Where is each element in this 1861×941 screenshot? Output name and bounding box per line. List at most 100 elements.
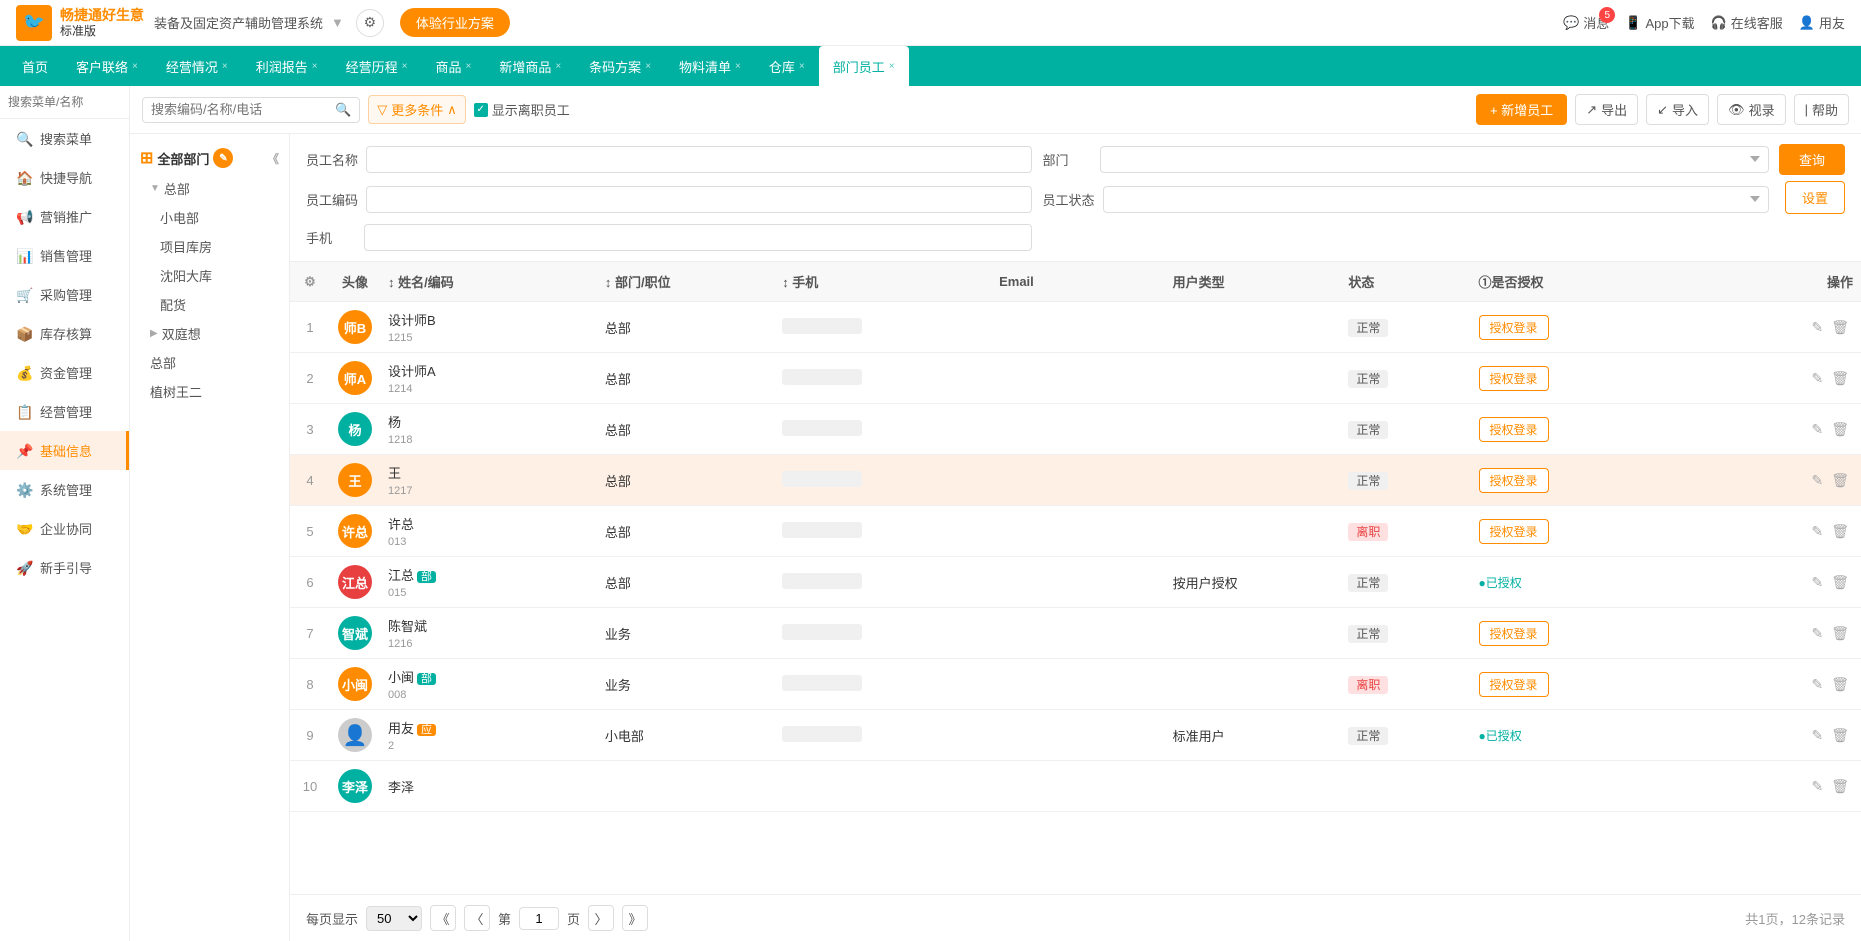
th-phone[interactable]: ↕ 手机 — [774, 262, 991, 302]
th-name[interactable]: ↕ 姓名/编码 — [380, 262, 597, 302]
trial-button[interactable]: 体验行业方案 — [400, 8, 510, 37]
close-icon[interactable]: × — [312, 61, 318, 72]
auth-login-button[interactable]: 授权登录 — [1479, 366, 1549, 391]
edit-button[interactable]: ✎ — [1807, 725, 1827, 746]
add-employee-button[interactable]: + 新增员工 — [1476, 94, 1567, 125]
auth-login-button[interactable]: 授权登录 — [1479, 519, 1549, 544]
close-icon[interactable]: × — [645, 61, 651, 72]
view-button[interactable]: 👁 视录 — [1717, 94, 1786, 125]
sidebar-item-basicinfo[interactable]: 📌 基础信息 — [0, 431, 129, 470]
tab-warehouse[interactable]: 仓库× — [755, 46, 819, 86]
help-button[interactable]: | 帮助 — [1794, 94, 1849, 125]
app-download-button[interactable]: 📱 App下载 — [1625, 13, 1694, 32]
filter-more-button[interactable]: ▽ 更多条件 ∧ — [368, 95, 466, 124]
page-number-input[interactable] — [519, 907, 559, 930]
cell-auth[interactable] — [1471, 761, 1688, 812]
close-icon[interactable]: × — [799, 61, 805, 72]
sidebar-search-input[interactable] — [8, 95, 130, 109]
edit-button[interactable]: ✎ — [1807, 572, 1827, 593]
delete-button[interactable]: 🗑 — [1827, 419, 1853, 440]
tab-customer[interactable]: 客户联络× — [62, 46, 152, 86]
auth-login-button[interactable]: 授权登录 — [1479, 315, 1549, 340]
edit-button[interactable]: ✎ — [1807, 623, 1827, 644]
sidebar-item-search[interactable]: 🔍 搜索菜单 — [0, 119, 129, 158]
first-page-button[interactable]: 《 — [430, 905, 456, 931]
delete-button[interactable]: 🗑 — [1827, 368, 1853, 389]
sidebar-search-area[interactable]: 🔍 — [0, 86, 129, 119]
cell-auth[interactable]: 授权登录 — [1471, 506, 1688, 557]
cell-auth[interactable]: 授权登录 — [1471, 659, 1688, 710]
delete-button[interactable]: 🗑 — [1827, 776, 1853, 797]
cell-auth[interactable]: 授权登录 — [1471, 608, 1688, 659]
dept-edit-icon[interactable]: ✎ — [213, 148, 233, 168]
tab-new-goods[interactable]: 新增商品× — [485, 46, 575, 86]
edit-button[interactable]: ✎ — [1807, 776, 1827, 797]
dept-tree-item-zhishu[interactable]: 植树王二 — [130, 377, 289, 406]
close-icon[interactable]: × — [222, 61, 228, 72]
tab-operation[interactable]: 经营情况× — [152, 46, 242, 86]
auth-login-button[interactable]: 授权登录 — [1479, 672, 1549, 697]
show-resigned-toggle[interactable]: ✓ 显示离职员工 — [474, 100, 570, 119]
dept-tree-item-shenyang[interactable]: 沈阳大库 — [130, 261, 289, 290]
edit-button[interactable]: ✎ — [1807, 368, 1827, 389]
close-icon[interactable]: × — [555, 61, 561, 72]
dept-select[interactable] — [1100, 146, 1769, 173]
tab-history[interactable]: 经营历程× — [332, 46, 422, 86]
tab-employees[interactable]: 部门员工× — [819, 46, 909, 86]
dept-tree-item-zongbu[interactable]: 总部 — [130, 348, 289, 377]
close-icon[interactable]: × — [465, 61, 471, 72]
last-page-button[interactable]: 》 — [622, 905, 648, 931]
close-icon[interactable]: × — [889, 61, 895, 72]
dept-collapse-button[interactable]: 《 — [267, 150, 279, 167]
sidebar-item-inventory[interactable]: 📦 库存核算 — [0, 314, 129, 353]
tab-barcode[interactable]: 条码方案× — [575, 46, 665, 86]
edit-button[interactable]: ✎ — [1807, 317, 1827, 338]
phone-input[interactable] — [364, 224, 1032, 251]
sidebar-item-bizmanage[interactable]: 📋 经营管理 — [0, 392, 129, 431]
dept-tree-item-shuangtingxiang[interactable]: ▶ 双庭想 — [130, 319, 289, 348]
close-icon[interactable]: × — [735, 61, 741, 72]
message-button[interactable]: 💬 消息 5 — [1563, 13, 1609, 32]
auth-login-button[interactable]: 授权登录 — [1479, 621, 1549, 646]
delete-button[interactable]: 🗑 — [1827, 623, 1853, 644]
cell-auth[interactable]: 授权登录 — [1471, 455, 1688, 506]
cell-auth[interactable]: 授权登录 — [1471, 404, 1688, 455]
sidebar-item-finance[interactable]: 💰 资金管理 — [0, 353, 129, 392]
auth-login-button[interactable]: 授权登录 — [1479, 468, 1549, 493]
edit-button[interactable]: ✎ — [1807, 521, 1827, 542]
delete-button[interactable]: 🗑 — [1827, 572, 1853, 593]
system-title-dropdown[interactable]: ▼ — [331, 15, 344, 30]
cell-auth[interactable]: 授权登录 — [1471, 302, 1688, 353]
delete-button[interactable]: 🗑 — [1827, 725, 1853, 746]
delete-button[interactable]: 🗑 — [1827, 317, 1853, 338]
user-menu[interactable]: 👤 用友 — [1799, 13, 1845, 32]
sidebar-item-guide[interactable]: 🚀 新手引导 — [0, 548, 129, 587]
dept-tree-item-xiangmu[interactable]: 项目库房 — [130, 232, 289, 261]
sidebar-item-quicknav[interactable]: 🏠 快捷导航 — [0, 158, 129, 197]
query-button[interactable]: 查询 — [1779, 144, 1845, 175]
auth-login-button[interactable]: 授权登录 — [1479, 417, 1549, 442]
edit-button[interactable]: ✎ — [1807, 470, 1827, 491]
per-page-select[interactable]: 50 100 200 — [366, 906, 422, 931]
status-select[interactable] — [1103, 186, 1769, 213]
delete-button[interactable]: 🗑 — [1827, 521, 1853, 542]
sidebar-item-collab[interactable]: 🤝 企业协同 — [0, 509, 129, 548]
online-service-button[interactable]: 🎧 在线客服 — [1711, 13, 1783, 32]
sidebar-item-marketing[interactable]: 📢 营销推广 — [0, 197, 129, 236]
edit-button[interactable]: ✎ — [1807, 419, 1827, 440]
dept-tree-item-xiaodibu[interactable]: 小电部 — [130, 203, 289, 232]
cell-auth[interactable]: 授权登录 — [1471, 353, 1688, 404]
close-icon[interactable]: × — [132, 61, 138, 72]
delete-button[interactable]: 🗑 — [1827, 674, 1853, 695]
close-icon[interactable]: × — [402, 61, 408, 72]
th-dept[interactable]: ↕ 部门/职位 — [597, 262, 774, 302]
set-button[interactable]: 设置 — [1785, 181, 1845, 214]
tab-goods[interactable]: 商品× — [421, 46, 485, 86]
search-input[interactable] — [151, 102, 331, 117]
tab-profit[interactable]: 利润报告× — [242, 46, 332, 86]
prev-page-button[interactable]: 〈 — [464, 905, 490, 931]
edit-button[interactable]: ✎ — [1807, 674, 1827, 695]
gear-button[interactable]: ⚙ — [356, 9, 384, 37]
dept-tree-item-peihuo[interactable]: 配货 — [130, 290, 289, 319]
sidebar-item-system[interactable]: ⚙️ 系统管理 — [0, 470, 129, 509]
